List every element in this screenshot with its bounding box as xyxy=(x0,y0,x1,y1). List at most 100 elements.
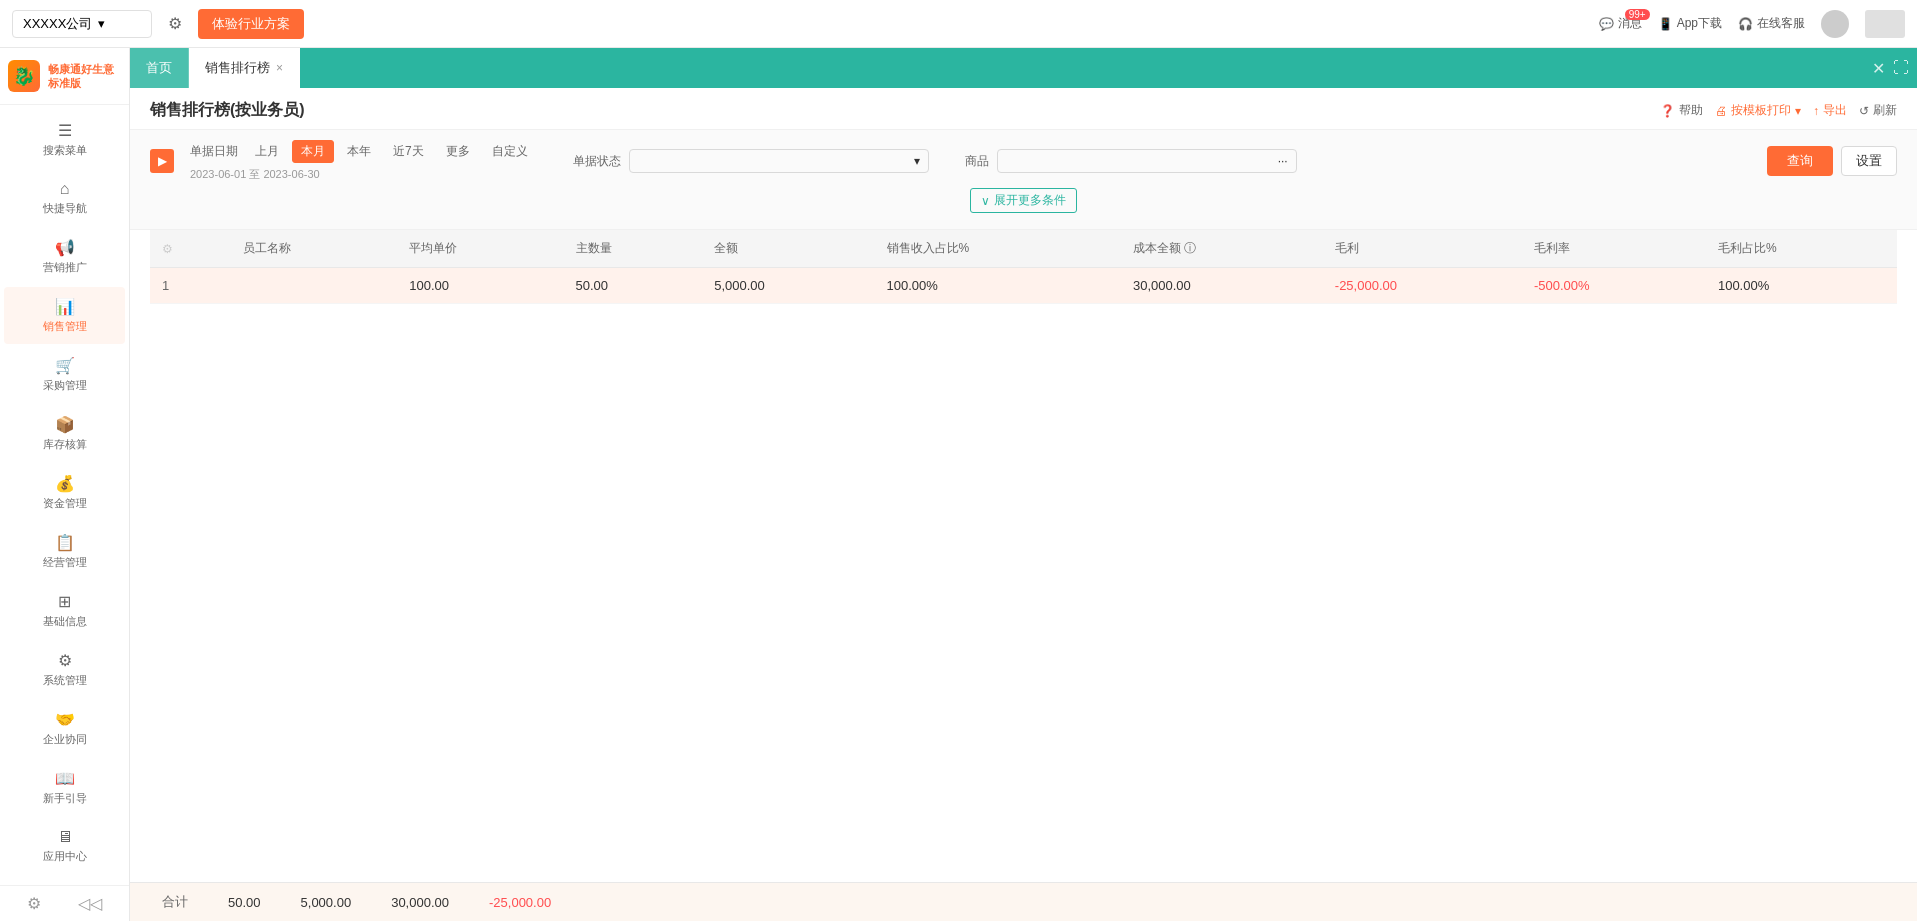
column-settings-icon[interactable]: ⚙ xyxy=(162,242,173,256)
sidebar-item-system[interactable]: ⚙ 系统管理 xyxy=(4,641,125,698)
page-title: 销售排行榜(按业务员) xyxy=(150,100,305,121)
app-center-icon: 🖥 xyxy=(57,828,73,846)
date-tabs: 上月 本月 本年 近7天 更多 自定义 xyxy=(246,140,537,163)
col-settings: ⚙ xyxy=(150,230,231,268)
app-download-icon: 📱 xyxy=(1658,17,1673,31)
user-avatar[interactable] xyxy=(1821,10,1849,38)
purchase-icon: 🛒 xyxy=(55,356,75,375)
cooperation-icon: 🤝 xyxy=(55,710,75,729)
sidebar-item-basic-info[interactable]: ⊞ 基础信息 xyxy=(4,582,125,639)
page-content: 销售排行榜(按业务员) ❓ 帮助 🖨 按模板打印 ▾ ↑ xyxy=(130,88,1917,921)
table-row: 1 100.00 50.00 5,000.00 100.00% 30,000.0… xyxy=(150,268,1897,304)
sidebar-item-sales[interactable]: 📊 销售管理 xyxy=(4,287,125,344)
template-print-button[interactable]: 🖨 按模板打印 ▾ xyxy=(1715,102,1801,119)
col-total-amount: 全额 xyxy=(702,230,874,268)
date-tab-current-month[interactable]: 本月 xyxy=(292,140,334,163)
online-service-button[interactable]: 🎧 在线客服 xyxy=(1738,15,1805,32)
tab-close-button[interactable]: × xyxy=(276,61,283,75)
sidebar-item-label: 销售管理 xyxy=(43,319,87,334)
date-filter-label: 单据日期 xyxy=(190,143,238,160)
filter-toggle-button[interactable]: ▶ xyxy=(150,149,174,173)
sidebar-item-purchase[interactable]: 🛒 采购管理 xyxy=(4,346,125,403)
user-name-area xyxy=(1865,10,1905,38)
sidebar-collapse-button[interactable]: ◁◁ xyxy=(78,894,102,913)
table-footer: 合计 50.00 5,000.00 30,000.00 -25,000.00 xyxy=(130,882,1917,921)
cell-avg-price: 100.00 xyxy=(397,268,563,304)
tab-home[interactable]: 首页 xyxy=(130,48,189,88)
print-icon: 🖨 xyxy=(1715,104,1727,118)
sidebar-item-search[interactable]: ☰ 搜索菜单 xyxy=(4,111,125,168)
filter-row-1: ▶ 单据日期 上月 本月 本年 近7天 更多 xyxy=(150,140,1897,182)
online-service-icon: 🎧 xyxy=(1738,17,1753,31)
expand-more-button[interactable]: ∨ 展开更多条件 xyxy=(970,188,1077,213)
sidebar-item-label: 系统管理 xyxy=(43,673,87,688)
sidebar-item-marketing[interactable]: 📢 营销推广 xyxy=(4,228,125,285)
message-icon: 💬 xyxy=(1599,17,1614,31)
cell-main-qty: 50.00 xyxy=(564,268,703,304)
sidebar-item-label: 新手引导 xyxy=(43,791,87,806)
col-gross-profit: 毛利 xyxy=(1323,230,1522,268)
setting-button[interactable]: 设置 xyxy=(1841,146,1897,176)
guide-icon: 📖 xyxy=(55,769,75,788)
app-download-label: App下载 xyxy=(1677,15,1722,32)
footer-gross-profit: -25,000.00 xyxy=(489,895,551,910)
active-tab-label: 销售排行榜 xyxy=(205,59,270,77)
cell-gross-profit: -25,000.00 xyxy=(1323,268,1522,304)
top-bar: XXXXX公司 ▾ ⚙ 体验行业方案 💬 消息 99+ 📱 App下载 🎧 在线… xyxy=(0,0,1917,48)
tab-sales-ranking[interactable]: 销售排行榜 × xyxy=(189,48,300,88)
date-tab-custom[interactable]: 自定义 xyxy=(483,140,537,163)
sidebar-item-app-center[interactable]: 🖥 应用中心 xyxy=(4,818,125,874)
sidebar-item-label: 经营管理 xyxy=(43,555,87,570)
sidebar-item-quick-nav[interactable]: ⌂ 快捷导航 xyxy=(4,170,125,226)
table-area: ⚙ 员工名称 平均单价 主数量 全额 销售收入占比% 成本全额 ⓘ 毛利 毛利率… xyxy=(130,230,1917,882)
status-select[interactable]: ▾ xyxy=(629,149,929,173)
company-selector[interactable]: XXXXX公司 ▾ xyxy=(12,10,152,38)
sidebar-logo: 🐉 畅康通好生意 标准版 xyxy=(0,48,129,105)
sidebar-settings-button[interactable]: ⚙ xyxy=(27,894,41,913)
data-table: ⚙ 员工名称 平均单价 主数量 全额 销售收入占比% 成本全额 ⓘ 毛利 毛利率… xyxy=(150,230,1897,304)
goods-select-dots: ··· xyxy=(1278,154,1288,168)
logo-text: 畅康通好生意 标准版 xyxy=(48,62,114,91)
sidebar-item-inventory[interactable]: 📦 库存核算 xyxy=(4,405,125,462)
settings-button[interactable]: ⚙ xyxy=(160,9,190,39)
refresh-button[interactable]: ↺ 刷新 xyxy=(1859,102,1897,119)
message-button[interactable]: 💬 消息 99+ xyxy=(1599,15,1642,32)
date-tab-7-days[interactable]: 近7天 xyxy=(384,140,433,163)
sidebar-item-cooperation[interactable]: 🤝 企业协同 xyxy=(4,700,125,757)
date-filter-group: 单据日期 上月 本月 本年 近7天 更多 自定义 2023 xyxy=(190,140,537,182)
sidebar-item-label: 库存核算 xyxy=(43,437,87,452)
query-button[interactable]: 查询 xyxy=(1767,146,1833,176)
filter-area: ▶ 单据日期 上月 本月 本年 近7天 更多 xyxy=(130,130,1917,230)
help-button[interactable]: ❓ 帮助 xyxy=(1660,102,1703,119)
print-chevron-icon: ▾ xyxy=(1795,104,1801,118)
col-gross-margin: 毛利率 xyxy=(1522,230,1706,268)
finance-icon: 💰 xyxy=(55,474,75,493)
export-button[interactable]: ↑ 导出 xyxy=(1813,102,1847,119)
help-icon: ❓ xyxy=(1660,104,1675,118)
content-area: 首页 销售排行榜 × ✕ ⛶ 销售排行榜(按业务员) xyxy=(130,48,1917,921)
home-tab-label: 首页 xyxy=(146,59,172,77)
company-chevron-icon: ▾ xyxy=(98,16,105,31)
cell-cost-amount: 30,000.00 xyxy=(1121,268,1323,304)
sidebar-item-operations[interactable]: 📋 经营管理 xyxy=(4,523,125,580)
date-tab-current-year[interactable]: 本年 xyxy=(338,140,380,163)
sidebar-item-guide[interactable]: 📖 新手引导 xyxy=(4,759,125,816)
table-header-row: ⚙ 员工名称 平均单价 主数量 全额 销售收入占比% 成本全额 ⓘ 毛利 毛利率… xyxy=(150,230,1897,268)
page-header: 销售排行榜(按业务员) ❓ 帮助 🖨 按模板打印 ▾ ↑ xyxy=(130,88,1917,130)
tab-maximize-button[interactable]: ⛶ xyxy=(1893,59,1909,77)
sidebar-bottom: ⚙ ◁◁ xyxy=(0,885,129,921)
goods-select[interactable]: ··· xyxy=(997,149,1297,173)
trial-button[interactable]: 体验行业方案 xyxy=(198,9,304,39)
tab-close-window-button[interactable]: ✕ xyxy=(1872,59,1885,78)
online-service-label: 在线客服 xyxy=(1757,15,1805,32)
footer-total-amount: 5,000.00 xyxy=(301,895,352,910)
date-tab-last-month[interactable]: 上月 xyxy=(246,140,288,163)
date-tab-more[interactable]: 更多 xyxy=(437,140,479,163)
status-select-chevron: ▾ xyxy=(914,154,920,168)
sidebar-item-finance[interactable]: 💰 资金管理 xyxy=(4,464,125,521)
footer-main-qty: 50.00 xyxy=(228,895,261,910)
goods-filter-group: 商品 ··· xyxy=(965,149,1297,173)
export-icon: ↑ xyxy=(1813,104,1819,118)
sidebar-item-wecom[interactable]: 💬 企业微信 xyxy=(4,876,125,885)
app-download-button[interactable]: 📱 App下载 xyxy=(1658,15,1722,32)
